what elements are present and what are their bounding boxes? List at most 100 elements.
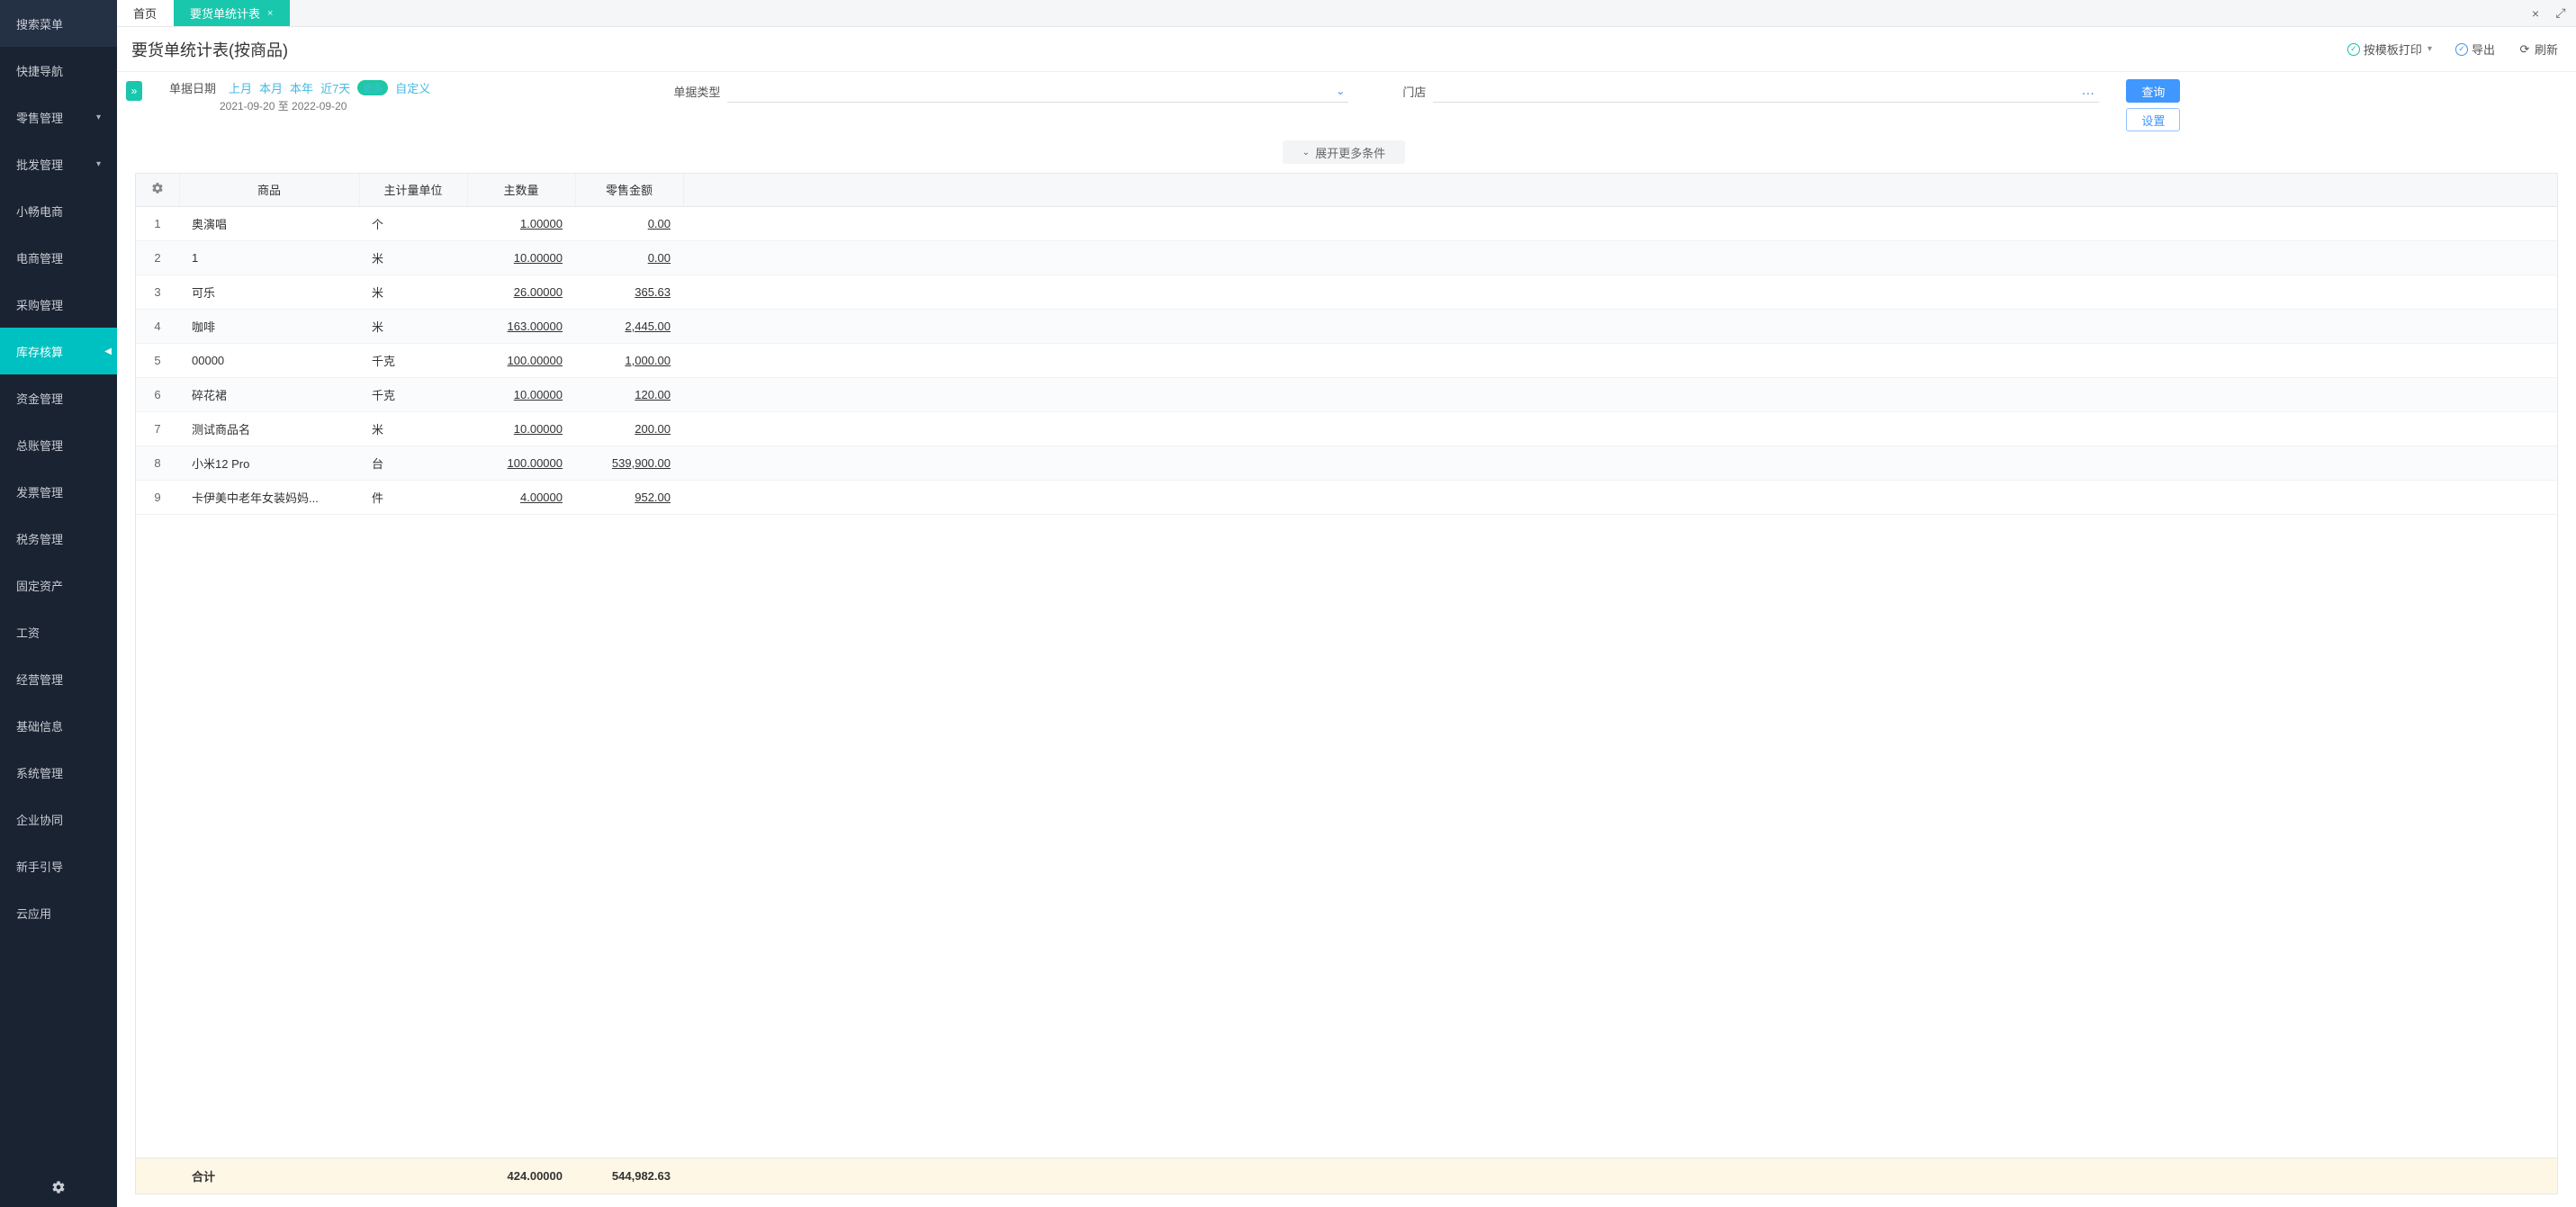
tab-home[interactable]: 首页 — [117, 0, 174, 26]
shortcut-more[interactable]: 更多 — [357, 80, 388, 95]
table-row[interactable]: 21米10.000000.00 — [136, 241, 2557, 275]
table-row[interactable]: 500000千克100.000001,000.00 — [136, 344, 2557, 378]
sidebar-item-5[interactable]: 电商管理 — [0, 234, 117, 281]
close-all-icon[interactable]: × — [2526, 4, 2545, 23]
date-filter: 单据日期 上月 本月 本年 近7天 更多 自定义 2021-09-20 至 20… — [169, 79, 430, 113]
cell-product: 卡伊美中老年女装妈妈... — [179, 481, 359, 515]
table-row[interactable]: 7测试商品名米10.00000200.00 — [136, 412, 2557, 446]
cell-amount[interactable]: 0.00 — [575, 241, 683, 275]
cell-unit: 千克 — [359, 378, 467, 412]
cell-amount[interactable]: 2,445.00 — [575, 310, 683, 344]
sidebar-item-label: 零售管理 — [16, 109, 63, 126]
sidebar-item-label: 快捷导航 — [16, 62, 63, 79]
sidebar-item-12[interactable]: 固定资产 — [0, 562, 117, 608]
tab-label: 要货单统计表 — [190, 5, 260, 22]
refresh-button[interactable]: ⟳ 刷新 — [2518, 41, 2558, 58]
cell-product: 咖啡 — [179, 310, 359, 344]
cell-amount[interactable]: 200.00 — [575, 412, 683, 446]
sidebar-item-11[interactable]: 税务管理 — [0, 515, 117, 562]
cell-qty[interactable]: 26.00000 — [467, 275, 575, 310]
cell-amount[interactable]: 539,900.00 — [575, 446, 683, 481]
sidebar-item-4[interactable]: 小畅电商 — [0, 187, 117, 234]
cell-idx: 4 — [136, 310, 179, 344]
sidebar-item-15[interactable]: 基础信息 — [0, 702, 117, 749]
search-button[interactable]: 查询 — [2126, 79, 2180, 103]
sidebar-item-18[interactable]: 新手引导 — [0, 842, 117, 889]
sidebar-item-6[interactable]: 采购管理 — [0, 281, 117, 328]
table-row[interactable]: 9卡伊美中老年女装妈妈...件4.00000952.00 — [136, 481, 2557, 515]
table-row[interactable]: 3可乐米26.00000365.63 — [136, 275, 2557, 310]
cell-qty[interactable]: 10.00000 — [467, 378, 575, 412]
cell-qty[interactable]: 163.00000 — [467, 310, 575, 344]
store-label: 门店 — [1402, 83, 1426, 100]
tab-active[interactable]: 要货单统计表 × — [174, 0, 290, 26]
shortcut-this-month[interactable]: 本月 — [259, 79, 283, 96]
sidebar-item-1[interactable]: 快捷导航 — [0, 47, 117, 94]
table-row[interactable]: 4咖啡米163.000002,445.00 — [136, 310, 2557, 344]
cell-qty[interactable]: 4.00000 — [467, 481, 575, 515]
cell-qty[interactable]: 100.00000 — [467, 344, 575, 378]
col-amount[interactable]: 零售金额 — [575, 174, 683, 206]
cell-qty[interactable]: 10.00000 — [467, 241, 575, 275]
chevron-down-icon: ▾ — [96, 159, 101, 169]
cell-product: 1 — [179, 241, 359, 275]
sidebar-item-0[interactable]: 搜索菜单 — [0, 0, 117, 47]
cell-amount[interactable]: 365.63 — [575, 275, 683, 310]
filter-panel: » 单据日期 上月 本月 本年 近7天 更多 自定义 202 — [117, 72, 2576, 173]
shortcut-recent7[interactable]: 近7天 — [320, 79, 350, 96]
sidebar-item-14[interactable]: 经营管理 — [0, 655, 117, 702]
sidebar-item-8[interactable]: 资金管理 — [0, 374, 117, 421]
cell-unit: 件 — [359, 481, 467, 515]
sidebar-item-3[interactable]: 批发管理▾ — [0, 140, 117, 187]
col-qty[interactable]: 主数量 — [467, 174, 575, 206]
sidebar-item-19[interactable]: 云应用 — [0, 889, 117, 936]
col-product[interactable]: 商品 — [179, 174, 359, 206]
shortcut-custom[interactable]: 自定义 — [395, 79, 430, 96]
cell-amount[interactable]: 0.00 — [575, 207, 683, 241]
table-row[interactable]: 1奥演唱个1.000000.00 — [136, 207, 2557, 241]
close-icon[interactable]: × — [267, 8, 273, 19]
cell-idx: 7 — [136, 412, 179, 446]
print-button[interactable]: ✓ 按模板打印 ▾ — [2347, 41, 2432, 58]
sidebar-item-13[interactable]: 工资 — [0, 608, 117, 655]
sidebar-item-10[interactable]: 发票管理 — [0, 468, 117, 515]
expand-filters-button[interactable]: ⌄ 展开更多条件 — [1283, 140, 1405, 164]
sidebar-item-7[interactable]: 库存核算 — [0, 328, 117, 374]
cell-qty[interactable]: 100.00000 — [467, 446, 575, 481]
settings-icon[interactable] — [51, 1180, 66, 1194]
sidebar-item-label: 库存核算 — [16, 343, 63, 360]
sidebar-item-17[interactable]: 企业协同 — [0, 796, 117, 842]
cell-qty[interactable]: 10.00000 — [467, 412, 575, 446]
expand-filters-label: 展开更多条件 — [1315, 144, 1385, 161]
cell-amount[interactable]: 120.00 — [575, 378, 683, 412]
export-button[interactable]: ✓ 导出 — [2455, 41, 2495, 58]
table-row[interactable]: 8小米12 Pro台100.00000539,900.00 — [136, 446, 2557, 481]
chevron-down-icon: ▾ — [96, 113, 101, 122]
filter-collapse-toggle[interactable]: » — [126, 81, 142, 101]
store-select[interactable]: … — [1433, 79, 2099, 103]
sidebar-item-2[interactable]: 零售管理 ▾ — [0, 94, 117, 140]
cell-amount[interactable]: 1,000.00 — [575, 344, 683, 378]
cell-product: 00000 — [179, 344, 359, 378]
table-header-row: 商品 主计量单位 主数量 零售金额 — [136, 174, 2557, 206]
date-range-value: 2021-09-20 至 2022-09-20 — [220, 98, 430, 113]
col-unit[interactable]: 主计量单位 — [359, 174, 467, 206]
cell-amount[interactable]: 952.00 — [575, 481, 683, 515]
date-label: 单据日期 — [169, 79, 216, 96]
cell-unit: 个 — [359, 207, 467, 241]
shortcut-this-year[interactable]: 本年 — [290, 79, 313, 96]
type-select[interactable]: ⌄ — [727, 79, 1348, 103]
cell-qty[interactable]: 1.00000 — [467, 207, 575, 241]
ellipsis-icon: … — [2081, 83, 2095, 98]
sidebar-item-label: 新手引导 — [16, 858, 63, 875]
sidebar-item-9[interactable]: 总账管理 — [0, 421, 117, 468]
sidebar-item-label: 搜索菜单 — [16, 15, 63, 32]
shortcut-last-month[interactable]: 上月 — [229, 79, 252, 96]
sidebar-item-label: 小畅电商 — [16, 203, 63, 220]
sidebar-item-16[interactable]: 系统管理 — [0, 749, 117, 796]
expand-icon[interactable]: ⤢ — [2551, 4, 2571, 23]
filter-settings-button[interactable]: 设置 — [2126, 108, 2180, 131]
cell-idx: 8 — [136, 446, 179, 481]
table-row[interactable]: 6碎花裙千克10.00000120.00 — [136, 378, 2557, 412]
col-settings[interactable] — [136, 174, 179, 206]
